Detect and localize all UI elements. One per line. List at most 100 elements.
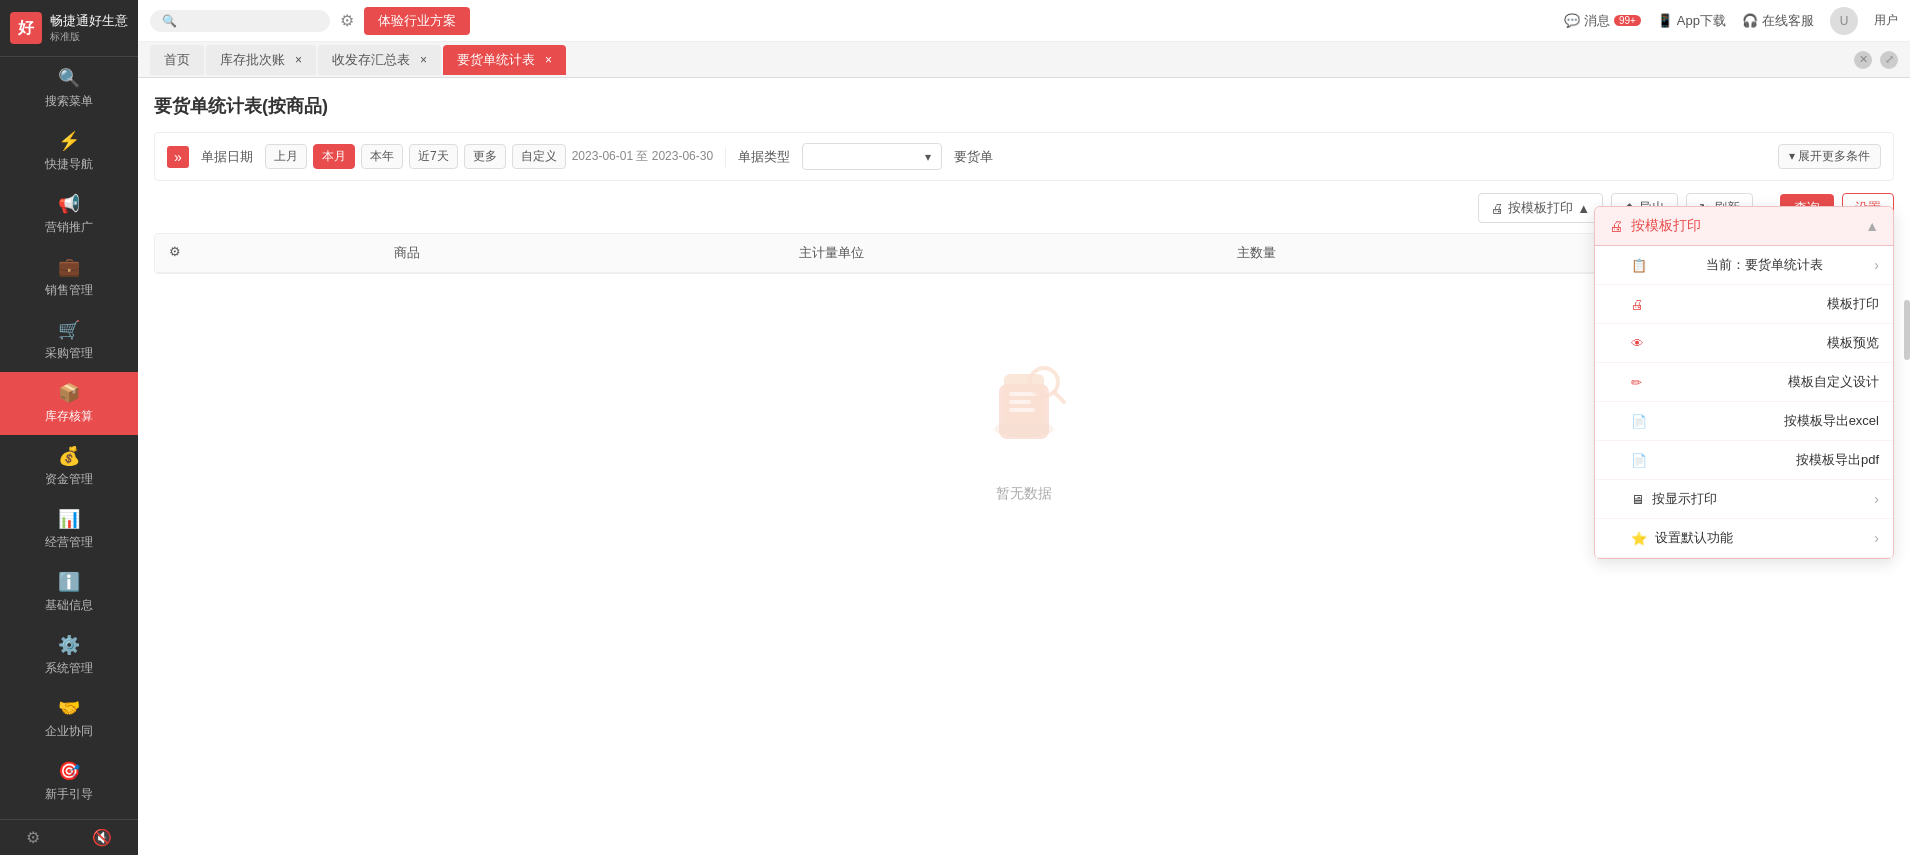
- filter-bar: » 单据日期 上月 本月 本年 近7天 更多 自定义 2023-06-01 至 …: [154, 132, 1894, 181]
- svg-rect-2: [1004, 374, 1044, 424]
- table-col-gear[interactable]: ⚙: [155, 234, 195, 272]
- display-print-section[interactable]: 🖥 按显示打印 ›: [1595, 480, 1893, 519]
- settings-footer-button[interactable]: ⚙: [26, 828, 40, 847]
- template-design-item[interactable]: ✏ 模板自定义设计: [1595, 363, 1893, 402]
- sidebar-item-enterprise[interactable]: 🤝 企业协同: [0, 687, 138, 750]
- print-dropdown-panel: 🖨 按模板打印 ▲ 📋 当前：要货单统计表 › 🖨 模板打印 👁 模板预览: [1594, 206, 1894, 559]
- print-dropdown-collapse-icon[interactable]: ▲: [1865, 218, 1879, 234]
- dropdown-arrow-icon: ▾: [925, 150, 931, 164]
- date-this-month[interactable]: 本月: [313, 144, 355, 169]
- print-dropdown-title: 🖨 按模板打印: [1609, 217, 1701, 235]
- messages-button[interactable]: 💬 消息 99+: [1564, 12, 1641, 30]
- window-controls: ✕ ⤢: [1854, 51, 1898, 69]
- print-icon: 🖨: [1491, 201, 1504, 216]
- display-print-arrow-icon: ›: [1874, 491, 1879, 507]
- sidebar-item-search[interactable]: 🔍 搜索菜单: [0, 57, 138, 120]
- tab-receivables[interactable]: 收发存汇总表 ×: [318, 45, 441, 75]
- tab-inventory-batch[interactable]: 库存批次账 ×: [206, 45, 316, 75]
- app-download-button[interactable]: 📱 App下载: [1657, 12, 1726, 30]
- search-topbar-icon: 🔍: [162, 14, 177, 28]
- page-title: 要货单统计表(按商品): [154, 94, 1894, 118]
- app-logo-icon: 好: [10, 12, 42, 44]
- table-col-product: 商品: [195, 234, 620, 272]
- svg-line-7: [1054, 392, 1064, 402]
- type-filter-label: 单据类型: [738, 148, 790, 166]
- sales-icon: 💼: [58, 256, 80, 278]
- online-service-button[interactable]: 🎧 在线客服: [1742, 12, 1814, 30]
- default-func-arrow-icon: ›: [1874, 530, 1879, 546]
- template-print-item[interactable]: 🖨 模板打印: [1595, 285, 1893, 324]
- sidebar-item-inventory[interactable]: 📦 库存核算: [0, 372, 138, 435]
- print-dropdown-arrow-icon: ▲: [1577, 201, 1590, 216]
- date-custom[interactable]: 自定义: [512, 144, 566, 169]
- table-col-unit: 主计量单位: [620, 234, 1045, 272]
- default-func-icon: ⭐: [1631, 531, 1647, 546]
- basic-icon: ℹ️: [58, 571, 80, 593]
- sidebar-item-sales[interactable]: 💼 销售管理: [0, 246, 138, 309]
- sidebar-item-purchase[interactable]: 🛒 采购管理: [0, 309, 138, 372]
- enterprise-icon: 🤝: [58, 697, 80, 719]
- print-panel-icon: 🖨: [1609, 218, 1623, 234]
- expand-more-btn[interactable]: ▾ 展开更多条件: [1778, 144, 1881, 169]
- quick-nav-icon: ⚡: [58, 130, 80, 152]
- sidebar: 好 畅捷通好生意 标准版 🔍 搜索菜单 ⚡ 快捷导航 📢 营销推广 💼 销售管理…: [0, 0, 138, 855]
- export-excel-item[interactable]: 📄 按模板导出excel: [1595, 402, 1893, 441]
- filter-expand-icon[interactable]: »: [167, 146, 189, 168]
- scrollbar-handle[interactable]: [1904, 300, 1910, 360]
- tab-order-stats[interactable]: 要货单统计表 ×: [443, 45, 566, 75]
- download-icon: 📱: [1657, 13, 1673, 28]
- sidebar-nav: 🔍 搜索菜单 ⚡ 快捷导航 📢 营销推广 💼 销售管理 🛒 采购管理 📦 库存核…: [0, 57, 138, 819]
- app-name: 畅捷通好生意 标准版: [50, 13, 128, 43]
- export-excel-icon: 📄: [1631, 414, 1647, 429]
- default-func-section[interactable]: ⭐ 设置默认功能 ›: [1595, 519, 1893, 558]
- sidebar-item-newbie[interactable]: 🎯 新手引导: [0, 750, 138, 813]
- type-dropdown[interactable]: ▾: [802, 143, 942, 170]
- date-filter-label: 单据日期: [201, 148, 253, 166]
- sidebar-footer: ⚙ 🔇: [0, 819, 138, 855]
- date-this-year[interactable]: 本年: [361, 144, 403, 169]
- sidebar-item-operations[interactable]: 📊 经营管理: [0, 498, 138, 561]
- trial-button[interactable]: 体验行业方案: [364, 7, 470, 35]
- page-area: 要货单统计表(按商品) » 单据日期 上月 本月 本年 近7天 更多 自定义 2…: [138, 78, 1910, 855]
- newbie-icon: 🎯: [58, 760, 80, 782]
- main-content: 🔍 ⚙ 体验行业方案 💬 消息 99+ 📱 App下载 🎧 在线客服 U 用户: [138, 0, 1910, 855]
- audio-footer-button[interactable]: 🔇: [92, 828, 112, 847]
- username-label: 用户: [1874, 12, 1898, 29]
- tab-bar: 首页 库存批次账 × 收发存汇总表 × 要货单统计表 × ✕ ⤢: [138, 42, 1910, 78]
- marketing-icon: 📢: [58, 193, 80, 215]
- sidebar-item-marketing[interactable]: 📢 营销推广: [0, 183, 138, 246]
- topbar-gear-icon[interactable]: ⚙: [340, 11, 354, 30]
- current-template-icon: 📋: [1631, 258, 1647, 273]
- sidebar-logo: 好 畅捷通好生意 标准版: [0, 0, 138, 57]
- topbar-search-box[interactable]: 🔍: [150, 10, 330, 32]
- topbar: 🔍 ⚙ 体验行业方案 💬 消息 99+ 📱 App下载 🎧 在线客服 U 用户: [138, 0, 1910, 42]
- close-tab-receivables[interactable]: ×: [420, 53, 427, 67]
- search-nav-icon: 🔍: [58, 67, 80, 89]
- filter-row-1: » 单据日期 上月 本月 本年 近7天 更多 自定义 2023-06-01 至 …: [167, 143, 1881, 170]
- close-tab-order-stats[interactable]: ×: [545, 53, 552, 67]
- sidebar-item-basic[interactable]: ℹ️ 基础信息: [0, 561, 138, 624]
- close-tab-inventory-batch[interactable]: ×: [295, 53, 302, 67]
- export-pdf-item[interactable]: 📄 按模板导出pdf: [1595, 441, 1893, 480]
- maximize-window-button[interactable]: ⤢: [1880, 51, 1898, 69]
- operations-icon: 📊: [58, 508, 80, 530]
- svg-rect-5: [1009, 408, 1035, 412]
- svg-rect-4: [1009, 400, 1031, 404]
- service-icon: 🎧: [1742, 13, 1758, 28]
- system-icon: ⚙️: [58, 634, 80, 656]
- date-last-month[interactable]: 上月: [265, 144, 307, 169]
- template-preview-item[interactable]: 👁 模板预览: [1595, 324, 1893, 363]
- user-avatar[interactable]: U: [1830, 7, 1858, 35]
- template-design-icon: ✏: [1631, 375, 1642, 390]
- export-pdf-icon: 📄: [1631, 453, 1647, 468]
- current-template-item[interactable]: 📋 当前：要货单统计表 ›: [1595, 246, 1893, 285]
- sidebar-item-quick-nav[interactable]: ⚡ 快捷导航: [0, 120, 138, 183]
- sidebar-item-finance[interactable]: 💰 资金管理: [0, 435, 138, 498]
- date-7days[interactable]: 近7天: [409, 144, 458, 169]
- tab-home[interactable]: 首页: [150, 45, 204, 75]
- close-window-button[interactable]: ✕: [1854, 51, 1872, 69]
- date-more[interactable]: 更多: [464, 144, 506, 169]
- finance-icon: 💰: [58, 445, 80, 467]
- print-button[interactable]: 🖨 按模板打印 ▲: [1478, 193, 1603, 223]
- sidebar-item-system[interactable]: ⚙️ 系统管理: [0, 624, 138, 687]
